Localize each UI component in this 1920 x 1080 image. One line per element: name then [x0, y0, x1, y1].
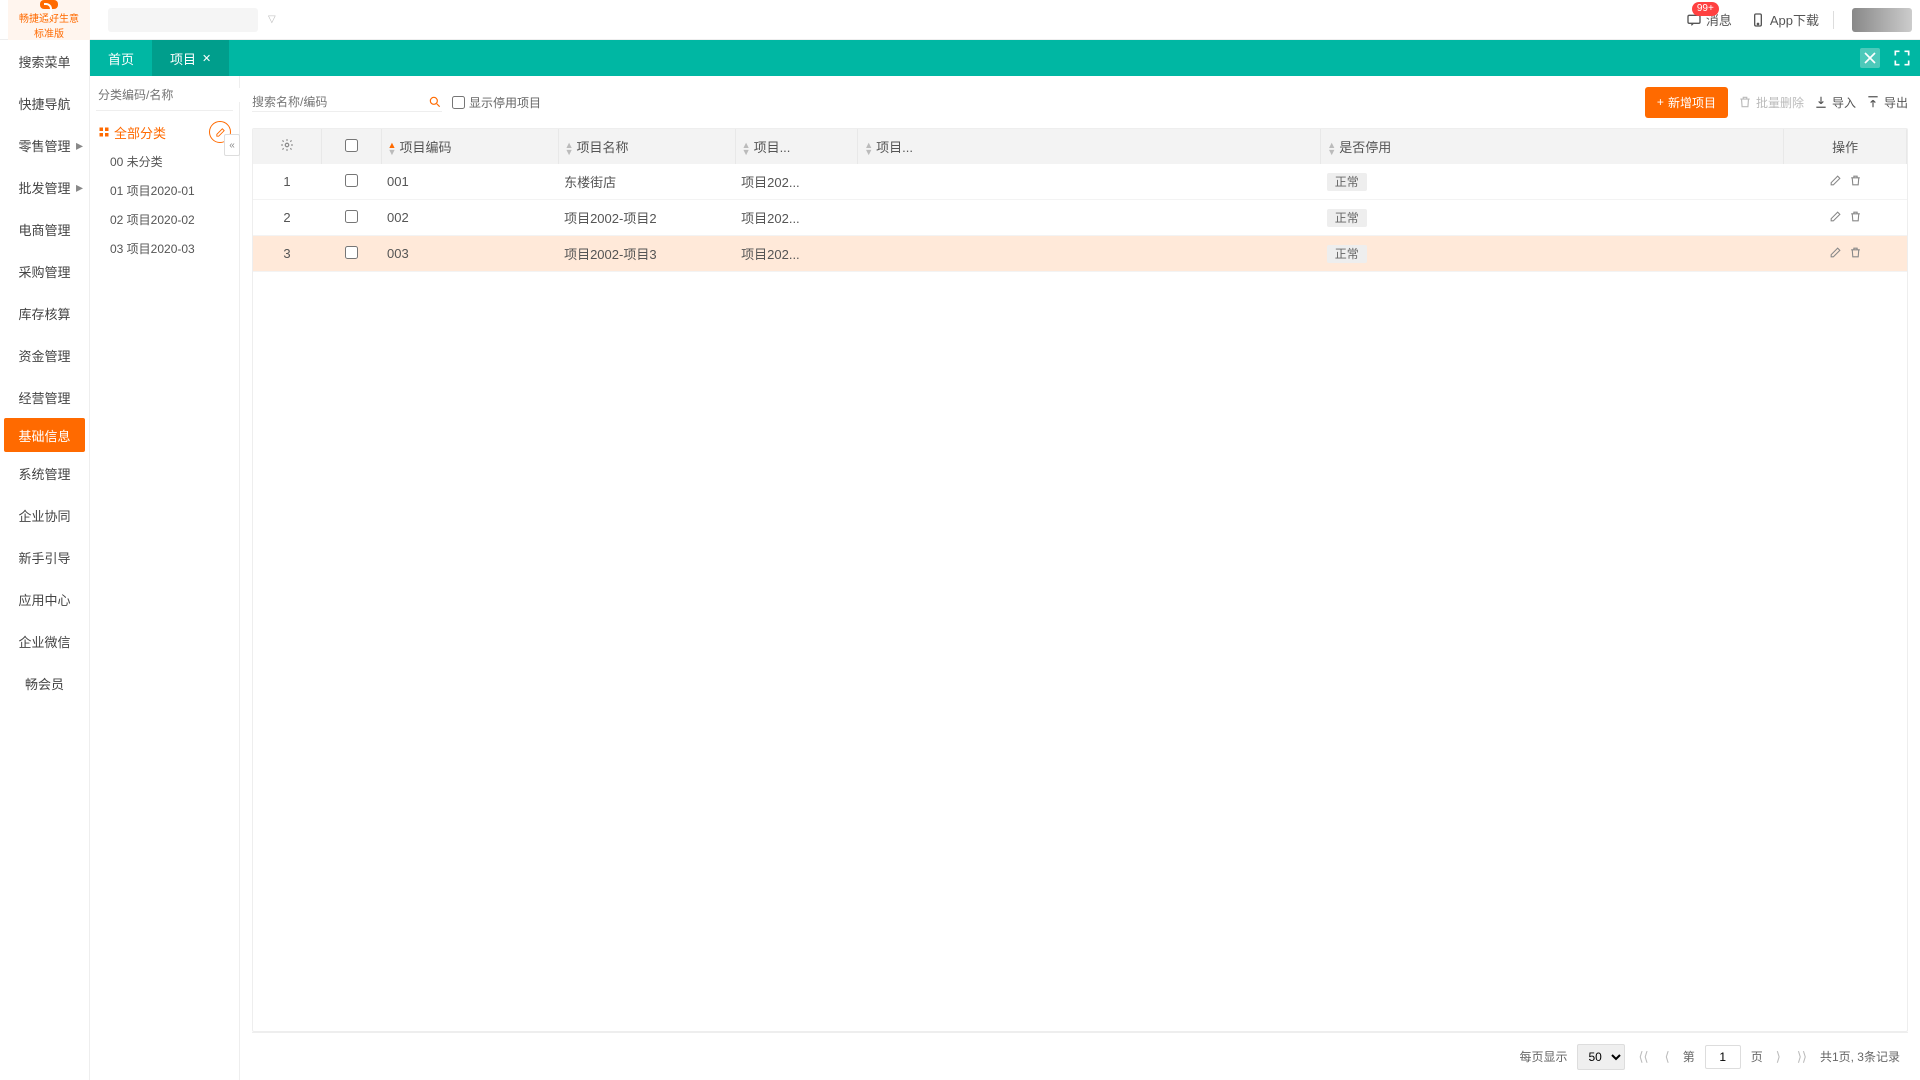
page-size-select[interactable]: 50 [1577, 1044, 1625, 1070]
export-icon [1866, 95, 1880, 109]
category-all[interactable]: 全部分类 [96, 117, 233, 147]
sidebar-item-12[interactable]: 新手引导 [0, 536, 89, 578]
edit-row-button[interactable] [1827, 173, 1843, 189]
tab-bar: 首页 项目 ✕ [0, 40, 1920, 76]
status-badge: 正常 [1327, 209, 1367, 227]
page-summary: 共1页, 3条记录 [1820, 1048, 1900, 1065]
table-search-input[interactable] [252, 95, 428, 109]
col-name-header[interactable]: ▲▼项目名称 [558, 129, 735, 164]
next-page-button[interactable]: ⟩ [1773, 1049, 1784, 1065]
toolbar: 显示停用项目 + 新增项目 批量删除 导入 导出 [252, 76, 1908, 128]
category-search[interactable] [96, 84, 233, 111]
close-icon[interactable]: ✕ [202, 52, 211, 65]
batch-delete-button: 批量删除 [1738, 94, 1804, 111]
add-project-button[interactable]: + 新增项目 [1645, 87, 1728, 118]
delete-row-button[interactable] [1847, 209, 1863, 225]
sidebar: 搜索菜单快捷导航零售管理▸批发管理▸电商管理采购管理库存核算资金管理经营管理基础… [0, 40, 90, 1080]
chevron-right-icon: ▸ [76, 179, 83, 196]
tab-home[interactable]: 首页 [90, 40, 152, 76]
close-all-tabs-button[interactable] [1860, 48, 1880, 68]
messages-badge: 99+ [1692, 2, 1719, 16]
col-t3-header[interactable]: ▲▼项目... [735, 129, 858, 164]
prev-page-button[interactable]: ⟨ [1662, 1049, 1673, 1065]
column-settings[interactable] [253, 129, 321, 164]
brand-logo[interactable]: 畅捷通好生意 标准版 [8, 0, 90, 40]
delete-row-button[interactable] [1847, 245, 1863, 261]
import-button[interactable]: 导入 [1814, 94, 1856, 111]
edit-row-button[interactable] [1827, 209, 1843, 225]
sidebar-item-13[interactable]: 应用中心 [0, 578, 89, 620]
row-checkbox[interactable] [345, 210, 358, 223]
sidebar-item-2[interactable]: 零售管理▸ [0, 124, 89, 166]
page-input[interactable] [1705, 1045, 1741, 1069]
sidebar-item-0[interactable]: 搜索菜单 [0, 40, 89, 82]
brand-edition: 标准版 [34, 25, 64, 40]
table-search[interactable] [252, 93, 442, 112]
collapse-panel-button[interactable]: « [224, 134, 240, 156]
search-icon [428, 95, 442, 109]
category-search-input[interactable] [98, 88, 253, 102]
sidebar-item-10[interactable]: 系统管理 [0, 452, 89, 494]
status-badge: 正常 [1327, 245, 1367, 263]
import-icon [1814, 95, 1828, 109]
edit-row-button[interactable] [1827, 245, 1843, 261]
tab-project[interactable]: 项目 ✕ [152, 40, 229, 76]
grid-icon [98, 126, 110, 138]
col-ops-header: 操作 [1784, 129, 1907, 164]
sidebar-item-15[interactable]: 畅会员 [0, 662, 89, 704]
first-page-button[interactable]: ⟨⟨ [1635, 1049, 1651, 1065]
row-checkbox[interactable] [345, 246, 358, 259]
mobile-icon [1750, 12, 1766, 28]
delete-row-button[interactable] [1847, 173, 1863, 189]
pagination: 每页显示 50 ⟨⟨ ⟨ 第 页 ⟩ ⟩⟩ 共1页, 3条记录 [252, 1032, 1908, 1080]
export-button[interactable]: 导出 [1866, 94, 1908, 111]
sidebar-item-9[interactable]: 基础信息 [4, 418, 85, 452]
plus-icon: + [1657, 95, 1664, 109]
table-row[interactable]: 1001东楼街店项目202...正常 [253, 164, 1907, 200]
category-panel: 全部分类 00 未分类01 项目2020-0102 项目2020-0203 项目… [90, 76, 240, 1080]
main-content: 显示停用项目 + 新增项目 批量删除 导入 导出 [240, 76, 1920, 1080]
trash-icon [1738, 95, 1752, 109]
app-download-button[interactable]: App下载 [1750, 10, 1819, 29]
sidebar-item-1[interactable]: 快捷导航 [0, 82, 89, 124]
sidebar-item-3[interactable]: 批发管理▸ [0, 166, 89, 208]
sidebar-item-14[interactable]: 企业微信 [0, 620, 89, 662]
sidebar-item-5[interactable]: 采购管理 [0, 250, 89, 292]
sidebar-item-8[interactable]: 经营管理 [0, 376, 89, 418]
chevron-right-icon: ▸ [76, 137, 83, 154]
show-disabled-toggle[interactable]: 显示停用项目 [452, 94, 541, 111]
org-selector[interactable] [108, 8, 258, 32]
category-item-2[interactable]: 02 项目2020-02 [96, 205, 233, 234]
table-row[interactable]: 3003项目2002-项目3项目202...正常 [253, 236, 1907, 272]
col-code-header[interactable]: ▲▼项目编码 [381, 129, 558, 164]
last-page-button[interactable]: ⟩⟩ [1794, 1049, 1810, 1065]
category-item-0[interactable]: 00 未分类 [96, 147, 233, 176]
fullscreen-button[interactable] [1892, 48, 1912, 68]
top-header: 畅捷通好生意 标准版 ▽ 99+ 消息 App下载 [0, 0, 1920, 40]
row-checkbox[interactable] [345, 174, 358, 187]
category-item-1[interactable]: 01 项目2020-01 [96, 176, 233, 205]
sidebar-item-6[interactable]: 库存核算 [0, 292, 89, 334]
table-row[interactable]: 2002项目2002-项目2项目202...正常 [253, 200, 1907, 236]
project-table: ▲▼项目编码 ▲▼项目名称 ▲▼项目... ▲▼项目... ▲▼是否停用 操作 … [252, 128, 1908, 1032]
sidebar-item-4[interactable]: 电商管理 [0, 208, 89, 250]
messages-button[interactable]: 99+ 消息 [1686, 10, 1732, 29]
select-all-header[interactable] [321, 129, 381, 164]
show-disabled-checkbox[interactable] [452, 96, 465, 109]
status-badge: 正常 [1327, 173, 1367, 191]
sidebar-item-7[interactable]: 资金管理 [0, 334, 89, 376]
sidebar-item-11[interactable]: 企业协同 [0, 494, 89, 536]
col-status-header[interactable]: ▲▼是否停用 [1321, 129, 1784, 164]
chevron-down-icon: ▽ [268, 14, 276, 25]
gear-icon [280, 138, 294, 152]
user-avatar[interactable] [1852, 8, 1912, 32]
logo-icon [40, 0, 58, 9]
col-t4-header[interactable]: ▲▼项目... [858, 129, 1321, 164]
category-item-3[interactable]: 03 项目2020-03 [96, 234, 233, 263]
